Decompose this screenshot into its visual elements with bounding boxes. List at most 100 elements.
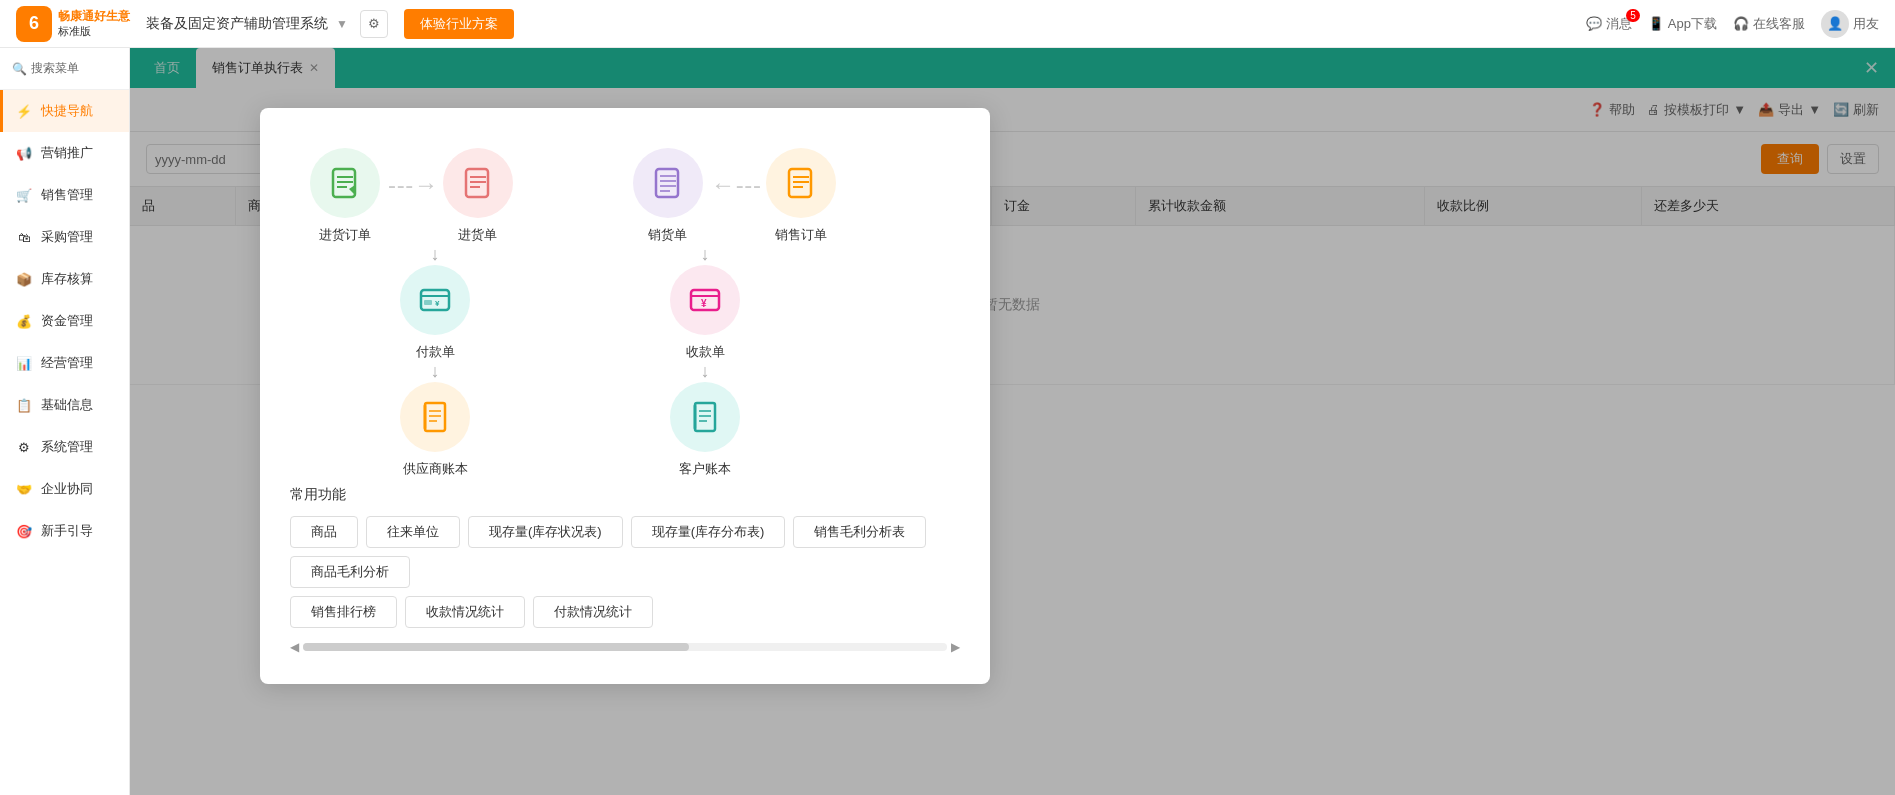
online-service-button[interactable]: 🎧 在线客服 xyxy=(1733,15,1805,33)
down-arrow-receipt: ↓ xyxy=(670,361,740,382)
down-arrow-payment: ↓ xyxy=(400,361,470,382)
func-buttons-row1: 商品 往来单位 现存量(库存状况表) 现存量(库存分布表) 销售毛利分析表 商品… xyxy=(290,516,960,588)
purchase-icon: 🛍 xyxy=(15,228,33,246)
content-area: 首页 销售订单执行表 ✕ ✕ ❓ 帮助 🖨 按 xyxy=(130,48,1895,795)
sidebar-item-label-3: 采购管理 xyxy=(41,228,93,246)
user-avatar: 👤 xyxy=(1821,10,1849,38)
sidebar-item-label-5: 资金管理 xyxy=(41,312,93,330)
flow-node-supplier-ledger[interactable]: 供应商账本 xyxy=(400,382,470,478)
search-menu-button[interactable]: 🔍 搜索菜单 xyxy=(8,56,121,81)
sales-invoice-circle xyxy=(633,148,703,218)
common-functions-section: 常用功能 商品 往来单位 现存量(库存状况表) 现存量(库存分布表) 销售毛利分… xyxy=(290,486,960,628)
supplier-ledger-circle xyxy=(400,382,470,452)
system-title: 装备及固定资产辅助管理系统 ▼ ⚙ 体验行业方案 xyxy=(146,9,1586,39)
func-btn-receipt-stats[interactable]: 收款情况统计 xyxy=(405,596,525,628)
sidebar-item-basic-info[interactable]: 📋 基础信息 xyxy=(0,384,129,426)
down-arrow-sales: ↓ xyxy=(670,244,740,265)
down-arrow-payment-sym: ↓ xyxy=(431,361,440,382)
svg-text:¥: ¥ xyxy=(701,298,707,309)
flow-node-receipt[interactable]: ¥ 收款单 xyxy=(670,265,740,361)
sales-order-circle xyxy=(766,148,836,218)
purchase-invoice-label: 进货单 xyxy=(458,226,497,244)
inventory-icon: 📦 xyxy=(15,270,33,288)
flow-row-1: 进货订单 - - - → 进货单 xyxy=(310,148,940,244)
sidebar-item-collab[interactable]: 🤝 企业协同 xyxy=(0,468,129,510)
sidebar-item-label-9: 企业协同 xyxy=(41,480,93,498)
svg-rect-29 xyxy=(695,403,715,431)
flow-row-2-arrows: ↓ ↓ xyxy=(310,244,940,265)
sidebar-item-quick-nav[interactable]: ⚡ 快捷导航 xyxy=(0,90,129,132)
logo-area: 6 畅康通好生意 标准版 xyxy=(16,6,146,42)
top-bar: 6 畅康通好生意 标准版 装备及固定资产辅助管理系统 ▼ ⚙ 体验行业方案 💬 … xyxy=(0,0,1895,48)
logo-line2: 标准版 xyxy=(58,24,130,38)
flow-node-purchase-order[interactable]: 进货订单 xyxy=(310,148,380,244)
arrow-so-to-si: ← - - - xyxy=(703,171,766,199)
flow-node-customer-ledger[interactable]: 客户账本 xyxy=(670,382,740,478)
finance-icon: 💰 xyxy=(15,312,33,330)
supplier-ledger-label: 供应商账本 xyxy=(403,460,468,478)
svg-rect-19 xyxy=(424,300,432,305)
func-btn-stock-dist[interactable]: 现存量(库存分布表) xyxy=(631,516,786,548)
func-btn-sales-rank[interactable]: 销售排行榜 xyxy=(290,596,397,628)
purchase-order-label: 进货订单 xyxy=(319,226,371,244)
flow-node-sales-order[interactable]: 销售订单 xyxy=(766,148,836,244)
user-menu[interactable]: 👤 用友 xyxy=(1821,10,1879,38)
scrollbar-thumb[interactable] xyxy=(303,643,689,651)
sidebar-item-marketing[interactable]: 📢 营销推广 xyxy=(0,132,129,174)
sidebar-item-finance[interactable]: 💰 资金管理 xyxy=(0,300,129,342)
func-btn-product[interactable]: 商品 xyxy=(290,516,358,548)
customer-ledger-circle xyxy=(670,382,740,452)
sidebar-item-guide[interactable]: 🎯 新手引导 xyxy=(0,510,129,552)
sidebar-item-label-1: 营销推广 xyxy=(41,144,93,162)
func-btn-partner[interactable]: 往来单位 xyxy=(366,516,460,548)
flow-row-4-arrows: ↓ ↓ xyxy=(310,361,940,382)
down-arrow-sales-sym: ↓ xyxy=(701,244,710,265)
sidebar-item-label-7: 基础信息 xyxy=(41,396,93,414)
sidebar-search[interactable]: 🔍 搜索菜单 xyxy=(0,48,129,90)
func-buttons-row2: 销售排行榜 收款情况统计 付款情况统计 xyxy=(290,596,960,628)
flow-row-3: ¥ 付款单 ¥ 收款单 xyxy=(310,265,940,361)
sidebar: 🔍 搜索菜单 ⚡ 快捷导航 📢 营销推广 🛒 销售管理 🛍 xyxy=(0,48,130,795)
sidebar-item-label-0: 快捷导航 xyxy=(41,102,93,120)
flow-node-purchase-invoice[interactable]: 进货单 xyxy=(443,148,513,244)
payment-circle: ¥ xyxy=(400,265,470,335)
system-icon: ⚙ xyxy=(15,438,33,456)
system-name-label: 装备及固定资产辅助管理系统 xyxy=(146,15,328,33)
sales-icon: 🛒 xyxy=(15,186,33,204)
message-button[interactable]: 💬 消息 5 xyxy=(1586,15,1632,33)
scrollbar-track[interactable] xyxy=(303,643,947,651)
management-icon: 📊 xyxy=(15,354,33,372)
modal-scrollbar[interactable]: ◀ ▶ xyxy=(290,640,960,654)
flow-node-payment[interactable]: ¥ 付款单 xyxy=(400,265,470,361)
sidebar-nav: ⚡ 快捷导航 📢 营销推广 🛒 销售管理 🛍 采购管理 📦 库存核算 xyxy=(0,90,129,795)
system-dropdown-icon[interactable]: ▼ xyxy=(336,17,348,31)
sidebar-item-label-10: 新手引导 xyxy=(41,522,93,540)
func-btn-sales-profit-analysis[interactable]: 销售毛利分析表 xyxy=(793,516,926,548)
flow-node-sales-invoice[interactable]: 销货单 xyxy=(633,148,703,244)
search-icon: 🔍 xyxy=(12,62,27,76)
logo-line1: 畅康通好生意 xyxy=(58,9,130,25)
arrow-po-to-pi: - - - → xyxy=(380,171,443,199)
func-btn-stock-status[interactable]: 现存量(库存状况表) xyxy=(468,516,623,548)
sidebar-item-system[interactable]: ⚙ 系统管理 xyxy=(0,426,129,468)
user-name-label: 用友 xyxy=(1853,15,1879,33)
scroll-right-icon[interactable]: ▶ xyxy=(951,640,960,654)
sidebar-item-sales[interactable]: 🛒 销售管理 xyxy=(0,174,129,216)
trial-button[interactable]: 体验行业方案 xyxy=(404,9,514,39)
sidebar-item-inventory[interactable]: 📦 库存核算 xyxy=(0,258,129,300)
app-download-label: App下载 xyxy=(1668,15,1717,33)
sidebar-item-management[interactable]: 📊 经营管理 xyxy=(0,342,129,384)
sidebar-item-label-8: 系统管理 xyxy=(41,438,93,456)
func-btn-payment-stats[interactable]: 付款情况统计 xyxy=(533,596,653,628)
func-btn-product-profit[interactable]: 商品毛利分析 xyxy=(290,556,410,588)
sidebar-item-purchase[interactable]: 🛍 采购管理 xyxy=(0,216,129,258)
gear-button[interactable]: ⚙ xyxy=(360,10,388,38)
modal-box: 进货订单 - - - → 进货单 xyxy=(260,108,990,684)
app-download-button[interactable]: 📱 App下载 xyxy=(1648,15,1717,33)
online-service-label: 在线客服 xyxy=(1753,15,1805,33)
scroll-left-icon[interactable]: ◀ xyxy=(290,640,299,654)
svg-rect-25 xyxy=(423,405,427,429)
down-arrow-purchase-sym: ↓ xyxy=(431,244,440,265)
svg-rect-8 xyxy=(656,169,678,197)
modal-overlay[interactable]: 进货订单 - - - → 进货单 xyxy=(130,48,1895,795)
